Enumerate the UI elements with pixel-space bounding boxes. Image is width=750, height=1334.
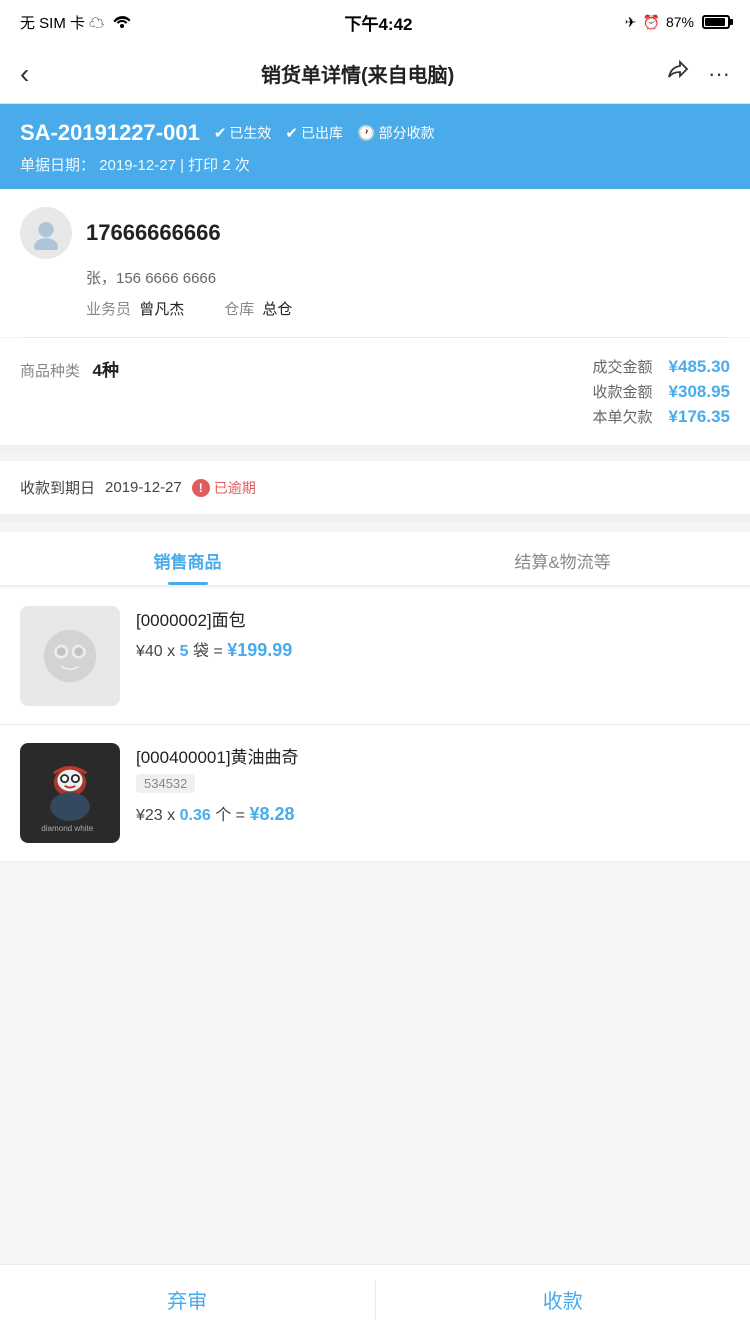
stats-left: 商品种类 4种 (20, 356, 119, 381)
more-icon[interactable]: ··· (708, 61, 730, 87)
tab-settlement[interactable]: 结算&物流等 (375, 532, 750, 585)
status-partial: 🕐 部分收款 (357, 123, 435, 143)
confirm-button[interactable]: 收款 (376, 1265, 750, 1334)
tab-products[interactable]: 销售商品 (0, 532, 375, 585)
status-bar: 无 SIM 卡 ☁ 下午4:42 ✈ ⏰ 87% (0, 0, 750, 44)
product-info-2: [000400001]黄油曲奇 534532 ¥23 x 0.36 个 = ¥8… (136, 743, 730, 825)
amount-row: 成交金额 ¥485.30 (593, 356, 730, 377)
product-price-1: ¥40 x 5 袋 = ¥199.99 (136, 637, 730, 661)
product-item-2: diamond white [000400001]黄油曲奇 534532 ¥23… (0, 725, 750, 862)
due-date-label: 收款到期日 (20, 477, 95, 498)
alarm-icon: ⏰ (643, 14, 660, 31)
product-info-1: [0000002]面包 ¥40 x 5 袋 = ¥199.99 (136, 606, 730, 661)
sim-label: 无 SIM 卡 ☁ (20, 12, 104, 33)
stats-section: 商品种类 4种 成交金额 ¥485.30 收款金额 ¥308.95 本单欠款 ¥… (0, 338, 750, 445)
customer-row: 17666666666 (20, 207, 730, 259)
product-type-row: 商品种类 4种 (20, 356, 119, 381)
avatar (20, 207, 72, 259)
page-title: 销货单详情(来自电脑) (49, 59, 666, 88)
customer-name-phone: 张，156 6666 6666 (86, 267, 730, 288)
due-date-section: 收款到期日 2019-12-27 ! 已逾期 (0, 461, 750, 514)
customer-meta: 业务员 曾凡杰 仓库 总仓 (86, 298, 730, 319)
overdue-label: 已逾期 (214, 478, 256, 498)
section-gap-1 (0, 445, 750, 453)
status-left: 无 SIM 卡 ☁ (20, 12, 132, 33)
thumb-placeholder-1: 量+ (20, 606, 120, 706)
product-price-2: ¥23 x 0.36 个 = ¥8.28 (136, 801, 730, 825)
stats-right: 成交金额 ¥485.30 收款金额 ¥308.95 本单欠款 ¥176.35 (593, 356, 730, 427)
sales-label: 业务员 曾凡杰 (86, 298, 184, 319)
status-effective: ✔ 已生效 (214, 123, 272, 143)
svg-text:diamond white: diamond white (41, 824, 94, 833)
order-id: SA-20191227-001 (20, 120, 200, 146)
product-tag-2: 534532 (136, 774, 195, 793)
product-item: 量+ [0000002]面包 ¥40 x 5 袋 = ¥199.99 (0, 588, 750, 725)
tabs-section: 销售商品 结算&物流等 (0, 532, 750, 586)
status-shipped: ✔ 已出库 (285, 123, 343, 143)
nav-actions: ··· (666, 59, 730, 89)
back-button[interactable]: ‹ (20, 58, 29, 90)
status-right: ✈ ⏰ 87% (625, 14, 730, 31)
overdue-dot-icon: ! (192, 479, 210, 497)
battery-percent: 87% (666, 14, 694, 30)
product-thumb-1: 量+ (20, 606, 120, 706)
check-icon-2: ✔ (285, 124, 298, 142)
owed-row: 本单欠款 ¥176.35 (593, 406, 730, 427)
tabs-row: 销售商品 结算&物流等 (0, 532, 750, 585)
bottom-bar: 弃审 收款 (0, 1264, 750, 1334)
product-list: 量+ [0000002]面包 ¥40 x 5 袋 = ¥199.99 (0, 588, 750, 862)
customer-section: 17666666666 张，156 6666 6666 业务员 曾凡杰 仓库 总… (0, 189, 750, 337)
order-id-row: SA-20191227-001 ✔ 已生效 ✔ 已出库 🕐 部分收款 (20, 120, 730, 146)
overdue-badge: ! 已逾期 (192, 478, 256, 498)
status-time: 下午4:42 (344, 10, 412, 35)
nav-bar: ‹ 销货单详情(来自电脑) ··· (0, 44, 750, 104)
order-date: 单据日期： 2019-12-27 | 打印 2 次 (20, 154, 730, 175)
share-icon[interactable] (666, 59, 690, 89)
bottom-spacer (0, 862, 750, 942)
location-icon: ✈ (625, 14, 637, 31)
cancel-button[interactable]: 弃审 (0, 1265, 375, 1334)
battery-icon (702, 15, 730, 29)
product-name-2: [000400001]黄油曲奇 (136, 743, 730, 768)
clock-icon: 🕐 (357, 124, 376, 142)
product-thumb-2: diamond white (20, 743, 120, 843)
header-banner: SA-20191227-001 ✔ 已生效 ✔ 已出库 🕐 部分收款 单据日期：… (0, 104, 750, 189)
check-icon-1: ✔ (214, 124, 227, 142)
warehouse-label: 仓库 总仓 (224, 298, 292, 319)
received-row: 收款金额 ¥308.95 (593, 381, 730, 402)
due-date-value: 2019-12-27 (105, 479, 182, 496)
product-name-1: [0000002]面包 (136, 606, 730, 631)
wifi-icon (112, 12, 132, 32)
customer-phone: 17666666666 (86, 220, 221, 246)
section-gap-2 (0, 514, 750, 522)
